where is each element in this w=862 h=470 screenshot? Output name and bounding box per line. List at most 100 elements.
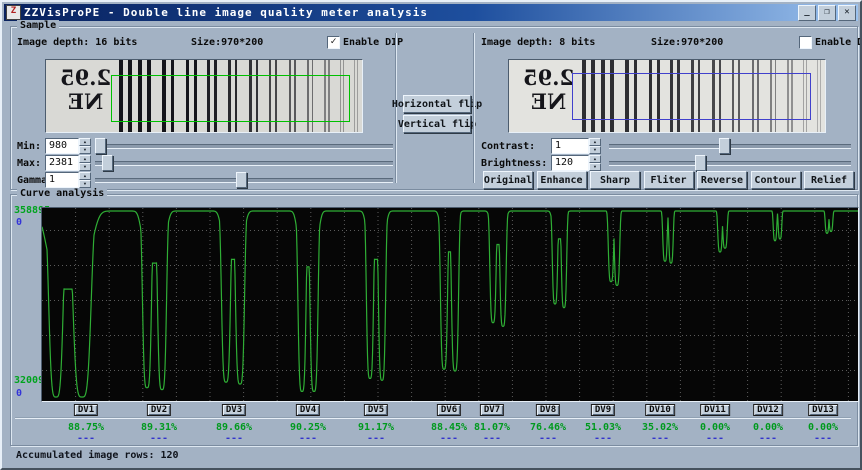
dv-marker-dv7[interactable]: DV7 bbox=[480, 404, 504, 416]
gamma-value[interactable]: 1 bbox=[45, 172, 79, 188]
gamma-spinner[interactable]: 1 ▲▼ bbox=[45, 172, 91, 188]
dv-percent-dv12: 0.00% bbox=[753, 422, 783, 433]
mirrored-barcode-text: 2.95NE bbox=[60, 66, 111, 114]
dv-dash-dv10: --- bbox=[651, 433, 669, 444]
close-button[interactable]: ✕ bbox=[838, 5, 856, 21]
dv-marker-dv6[interactable]: DV6 bbox=[437, 404, 461, 416]
dv-percent-dv1: 88.75% bbox=[68, 422, 104, 433]
max-spinner[interactable]: 2381 ▲▼ bbox=[45, 155, 91, 171]
filter-button-original[interactable]: Original bbox=[483, 171, 533, 189]
brightness-slider-thumb[interactable] bbox=[695, 155, 706, 171]
dv-percent-dv4: 90.25% bbox=[290, 422, 326, 433]
y-axis-min-secondary-label: 0 bbox=[16, 388, 22, 399]
title-bar: Z ZZVisProPE - Double line image quality… bbox=[4, 4, 858, 21]
dv-dash-dv6: --- bbox=[440, 433, 458, 444]
window-title: ZZVisProPE - Double line image quality m… bbox=[24, 6, 428, 19]
filter-button-sharp[interactable]: Sharp bbox=[590, 171, 640, 189]
selection-rectangle[interactable] bbox=[572, 73, 811, 120]
dv-dash-dv8: --- bbox=[539, 433, 557, 444]
dv-marker-dv1[interactable]: DV1 bbox=[74, 404, 98, 416]
app-icon: Z bbox=[6, 5, 21, 20]
min-up-arrow[interactable]: ▲ bbox=[79, 138, 91, 146]
selection-rectangle[interactable] bbox=[111, 75, 350, 122]
dv-dash-dv13: --- bbox=[814, 433, 832, 444]
right-size-label: Size:970*200 bbox=[651, 37, 723, 48]
right-image-panel[interactable]: 2.95NE bbox=[508, 59, 826, 133]
filter-button-fliter[interactable]: Fliter bbox=[644, 171, 694, 189]
dv-marker-dv2[interactable]: DV2 bbox=[147, 404, 171, 416]
dv-dash-dv1: --- bbox=[77, 433, 95, 444]
brightness-value[interactable]: 120 bbox=[551, 155, 589, 171]
dv-percent-dv3: 89.66% bbox=[216, 422, 252, 433]
filter-button-contour[interactable]: Contour bbox=[751, 171, 801, 189]
brightness-spinner[interactable]: 120 ▲▼ bbox=[551, 155, 601, 171]
barcode-bar bbox=[817, 60, 818, 132]
dv-marker-dv9[interactable]: DV9 bbox=[591, 404, 615, 416]
dv-dash-row: --------------------------------------- bbox=[41, 433, 857, 445]
contrast-down-arrow[interactable]: ▼ bbox=[589, 146, 601, 154]
plot-footer-separator bbox=[15, 417, 851, 419]
minimize-button[interactable]: _ bbox=[798, 5, 816, 21]
dv-marker-dv11[interactable]: DV11 bbox=[700, 404, 730, 416]
dv-marker-dv12[interactable]: DV12 bbox=[753, 404, 783, 416]
brightness-label: Brightness: bbox=[481, 158, 547, 169]
dv-percent-dv5: 91.17% bbox=[358, 422, 394, 433]
dv-marker-dv3[interactable]: DV3 bbox=[222, 404, 246, 416]
dv-marker-dv8[interactable]: DV8 bbox=[536, 404, 560, 416]
dv-percent-dv6: 88.45% bbox=[431, 422, 467, 433]
dv-marker-dv10[interactable]: DV10 bbox=[645, 404, 675, 416]
dv-marker-dv13[interactable]: DV13 bbox=[808, 404, 838, 416]
vertical-flip-button[interactable]: Vertical flip bbox=[403, 115, 471, 133]
dv-marker-dv5[interactable]: DV5 bbox=[364, 404, 388, 416]
curve-svg bbox=[42, 208, 858, 401]
max-slider[interactable] bbox=[95, 155, 393, 170]
contrast-slider[interactable] bbox=[609, 138, 851, 153]
gamma-up-arrow[interactable]: ▲ bbox=[79, 172, 91, 180]
dv-dash-dv4: --- bbox=[299, 433, 317, 444]
right-enable-dip-checkbox[interactable] bbox=[799, 36, 812, 49]
dv-percent-dv10: 35.02% bbox=[642, 422, 678, 433]
filter-button-reverse[interactable]: Reverse bbox=[697, 171, 747, 189]
min-label: Min: bbox=[17, 141, 41, 152]
contrast-label: Contrast: bbox=[481, 141, 535, 152]
dv-marker-dv4[interactable]: DV4 bbox=[296, 404, 320, 416]
gamma-slider[interactable] bbox=[95, 172, 393, 187]
left-image-panel[interactable]: 2.95NE bbox=[45, 59, 363, 133]
max-slider-thumb[interactable] bbox=[102, 155, 113, 171]
contrast-value[interactable]: 1 bbox=[551, 138, 589, 154]
min-slider[interactable] bbox=[95, 138, 393, 153]
min-spinner[interactable]: 980 ▲▼ bbox=[45, 138, 91, 154]
filter-button-relief[interactable]: Relief bbox=[804, 171, 854, 189]
barcode-bar bbox=[357, 60, 358, 132]
intensity-curve bbox=[42, 211, 858, 397]
restore-button[interactable]: ❐ bbox=[818, 5, 836, 21]
window-controls: _ ❐ ✕ bbox=[796, 5, 856, 21]
min-down-arrow[interactable]: ▼ bbox=[79, 146, 91, 154]
max-up-arrow[interactable]: ▲ bbox=[79, 155, 91, 163]
sample-group: Sample Image depth: 16 bits Size:970*200… bbox=[10, 26, 858, 190]
contrast-spinner[interactable]: 1 ▲▼ bbox=[551, 138, 601, 154]
min-slider-thumb[interactable] bbox=[95, 138, 106, 154]
max-down-arrow[interactable]: ▼ bbox=[79, 163, 91, 171]
contrast-slider-thumb[interactable] bbox=[719, 138, 730, 154]
dv-percent-dv13: 0.00% bbox=[808, 422, 838, 433]
dv-dash-dv7: --- bbox=[483, 433, 501, 444]
left-enable-dip-checkbox[interactable]: ✓ bbox=[327, 36, 340, 49]
sample-group-label: Sample bbox=[17, 20, 59, 31]
gamma-down-arrow[interactable]: ▼ bbox=[79, 180, 91, 188]
curve-group: Curve analysis 358895 0 320096 0 DV1DV2D… bbox=[10, 194, 858, 446]
brightness-up-arrow[interactable]: ▲ bbox=[589, 155, 601, 163]
brightness-down-arrow[interactable]: ▼ bbox=[589, 163, 601, 171]
filter-button-enhance[interactable]: Enhance bbox=[537, 171, 587, 189]
mirrored-barcode-text: 2.95NE bbox=[523, 66, 574, 114]
horizontal-flip-button[interactable]: Horizontal flip bbox=[403, 95, 471, 113]
brightness-slider[interactable] bbox=[609, 155, 851, 170]
curve-plot[interactable] bbox=[41, 207, 859, 402]
dv-dash-dv11: --- bbox=[706, 433, 724, 444]
barcode-bar bbox=[354, 60, 355, 132]
filter-button-row: OriginalEnhanceSharpFliterReverseContour… bbox=[483, 171, 851, 187]
gamma-slider-thumb[interactable] bbox=[236, 172, 247, 188]
max-value[interactable]: 2381 bbox=[45, 155, 79, 171]
min-value[interactable]: 980 bbox=[45, 138, 79, 154]
contrast-up-arrow[interactable]: ▲ bbox=[589, 138, 601, 146]
